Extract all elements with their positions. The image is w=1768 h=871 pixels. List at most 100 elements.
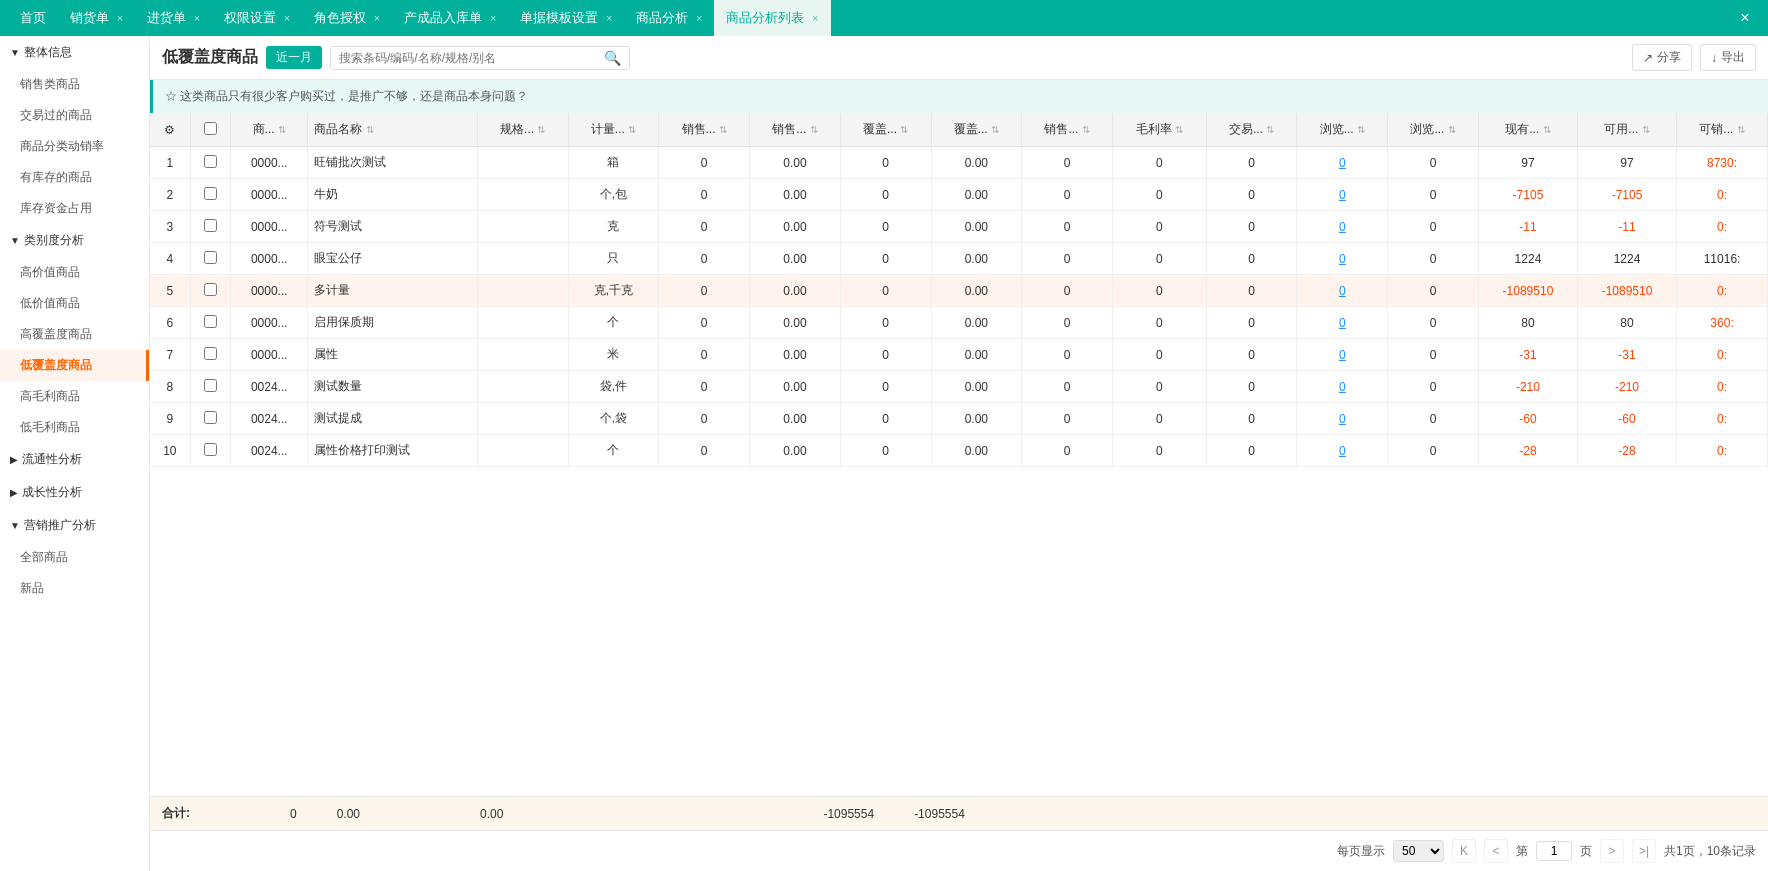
- nav-purchase[interactable]: 进货单 ×: [135, 0, 212, 36]
- row-checkbox[interactable]: [190, 147, 230, 179]
- row-b1[interactable]: 0: [1297, 403, 1388, 435]
- row-b2: 0: [1388, 403, 1479, 435]
- share-button[interactable]: ↗ 分享: [1632, 44, 1692, 71]
- col-name[interactable]: 商品名称 ⇅: [308, 113, 478, 147]
- nav-template[interactable]: 单据模板设置 ×: [508, 0, 624, 36]
- sidebar-section-flow[interactable]: ▶ 流通性分析: [0, 443, 149, 476]
- nav-sales-close[interactable]: ×: [117, 12, 123, 24]
- sidebar-item-low-coverage[interactable]: 低覆盖度商品: [0, 350, 149, 381]
- row-b1[interactable]: 0: [1297, 179, 1388, 211]
- row-b1[interactable]: 0: [1297, 371, 1388, 403]
- nav-home[interactable]: 首页: [8, 0, 58, 36]
- row-b1[interactable]: 0: [1297, 307, 1388, 339]
- page-input[interactable]: [1536, 841, 1572, 861]
- sidebar-item-category-rate[interactable]: 商品分类动销率: [0, 131, 149, 162]
- row-checkbox[interactable]: [190, 243, 230, 275]
- row-stock3: 0:: [1677, 371, 1768, 403]
- col-sales2[interactable]: 销售... ⇅: [750, 113, 841, 147]
- col-sales3[interactable]: 销售... ⇅: [1022, 113, 1113, 147]
- sidebar-item-new-products[interactable]: 新品: [0, 573, 149, 604]
- row-checkbox[interactable]: [190, 179, 230, 211]
- col-checkbox[interactable]: [190, 113, 230, 147]
- nav-role-close[interactable]: ×: [374, 12, 380, 24]
- row-checkbox[interactable]: [190, 371, 230, 403]
- export-button[interactable]: ↓ 导出: [1700, 44, 1756, 71]
- nav-role[interactable]: 角色授权 ×: [302, 0, 392, 36]
- nav-permission-close[interactable]: ×: [284, 12, 290, 24]
- per-page-select[interactable]: 50 20 100: [1393, 840, 1444, 862]
- row-b1[interactable]: 0: [1297, 435, 1388, 467]
- sidebar-section-marketing[interactable]: ▼ 营销推广分析: [0, 509, 149, 542]
- nav-production[interactable]: 产成品入库单 ×: [392, 0, 508, 36]
- row-b2: 0: [1388, 371, 1479, 403]
- col-unit[interactable]: 计量... ⇅: [568, 113, 659, 147]
- row-checkbox[interactable]: [190, 307, 230, 339]
- prev-page-button[interactable]: <: [1484, 839, 1508, 863]
- row-b1[interactable]: 0: [1297, 275, 1388, 307]
- nav-analysis[interactable]: 商品分析 ×: [624, 0, 714, 36]
- nav-sales[interactable]: 销货单 ×: [58, 0, 135, 36]
- row-b1[interactable]: 0: [1297, 243, 1388, 275]
- nav-permission[interactable]: 权限设置 ×: [212, 0, 302, 36]
- table-header-row: ⚙ 商... ⇅ 商品名称 ⇅ 规格... ⇅ 计量... ⇅ 销售... ⇅ …: [150, 113, 1768, 147]
- next-page-button[interactable]: >: [1600, 839, 1624, 863]
- nav-purchase-close[interactable]: ×: [194, 12, 200, 24]
- sidebar-section-growth[interactable]: ▶ 成长性分析: [0, 476, 149, 509]
- sidebar-item-high-profit[interactable]: 高毛利商品: [0, 381, 149, 412]
- col-settings[interactable]: ⚙: [150, 113, 190, 147]
- row-checkbox[interactable]: [190, 339, 230, 371]
- col-spec[interactable]: 规格... ⇅: [477, 113, 568, 147]
- row-s3: 0: [1022, 179, 1113, 211]
- row-b1[interactable]: 0: [1297, 211, 1388, 243]
- row-b1[interactable]: 0: [1297, 339, 1388, 371]
- search-input[interactable]: [339, 51, 604, 65]
- table-container[interactable]: ⚙ 商... ⇅ 商品名称 ⇅ 规格... ⇅ 计量... ⇅ 销售... ⇅ …: [150, 113, 1768, 796]
- row-checkbox[interactable]: [190, 435, 230, 467]
- row-stock3: 0:: [1677, 179, 1768, 211]
- col-sales1[interactable]: 销售... ⇅: [659, 113, 750, 147]
- nav-analysis-close[interactable]: ×: [696, 12, 702, 24]
- col-coverage2[interactable]: 覆盖... ⇅: [931, 113, 1022, 147]
- nav-template-label: 单据模板设置: [520, 10, 598, 25]
- sidebar-item-stock-capital[interactable]: 库存资金占用: [0, 193, 149, 224]
- col-coverage1[interactable]: 覆盖... ⇅: [840, 113, 931, 147]
- col-stock1[interactable]: 现有... ⇅: [1478, 113, 1577, 147]
- sidebar-item-all-products[interactable]: 全部商品: [0, 542, 149, 573]
- first-page-button[interactable]: K: [1452, 839, 1476, 863]
- sidebar-section-category[interactable]: ▼ 类别度分析: [0, 224, 149, 257]
- col-browse1[interactable]: 浏览... ⇅: [1297, 113, 1388, 147]
- sidebar-item-high-value[interactable]: 高价值商品: [0, 257, 149, 288]
- row-stock3: 11016:: [1677, 243, 1768, 275]
- time-filter-button[interactable]: 近一月: [266, 46, 322, 69]
- search-icon[interactable]: 🔍: [604, 50, 621, 66]
- table-row: 8 0024... 测试数量 袋,件 0 0.00 0 0.00 0 0 0 0…: [150, 371, 1768, 403]
- nav-production-close[interactable]: ×: [490, 12, 496, 24]
- sidebar-item-traded-products[interactable]: 交易过的商品: [0, 100, 149, 131]
- sidebar-item-low-profit[interactable]: 低毛利商品: [0, 412, 149, 443]
- sidebar-item-sales-products[interactable]: 销售类商品: [0, 69, 149, 100]
- select-all-checkbox[interactable]: [204, 122, 217, 135]
- row-s3: 0: [1022, 307, 1113, 339]
- row-checkbox[interactable]: [190, 403, 230, 435]
- nav-template-close[interactable]: ×: [606, 12, 612, 24]
- window-close-button[interactable]: ×: [1730, 3, 1760, 33]
- nav-analysis-list-close[interactable]: ×: [812, 12, 818, 24]
- col-gross[interactable]: 毛利率 ⇅: [1112, 113, 1206, 147]
- col-browse2[interactable]: 浏览... ⇅: [1388, 113, 1479, 147]
- row-checkbox[interactable]: [190, 211, 230, 243]
- sidebar-item-stock-products[interactable]: 有库存的商品: [0, 162, 149, 193]
- nav-analysis-list[interactable]: 商品分析列表 ×: [714, 0, 830, 36]
- sidebar-item-high-coverage[interactable]: 高覆盖度商品: [0, 319, 149, 350]
- row-stock1: 80: [1478, 307, 1577, 339]
- row-checkbox[interactable]: [190, 275, 230, 307]
- sidebar-section-overall[interactable]: ▼ 整体信息: [0, 36, 149, 69]
- section-growth-label: 成长性分析: [22, 484, 82, 501]
- row-c2: 0.00: [931, 243, 1022, 275]
- col-code[interactable]: 商... ⇅: [231, 113, 308, 147]
- sidebar-item-low-value[interactable]: 低价值商品: [0, 288, 149, 319]
- col-trade[interactable]: 交易... ⇅: [1206, 113, 1297, 147]
- col-stock2[interactable]: 可用... ⇅: [1578, 113, 1677, 147]
- last-page-button[interactable]: >|: [1632, 839, 1656, 863]
- col-stock3[interactable]: 可销... ⇅: [1677, 113, 1768, 147]
- row-b1[interactable]: 0: [1297, 147, 1388, 179]
